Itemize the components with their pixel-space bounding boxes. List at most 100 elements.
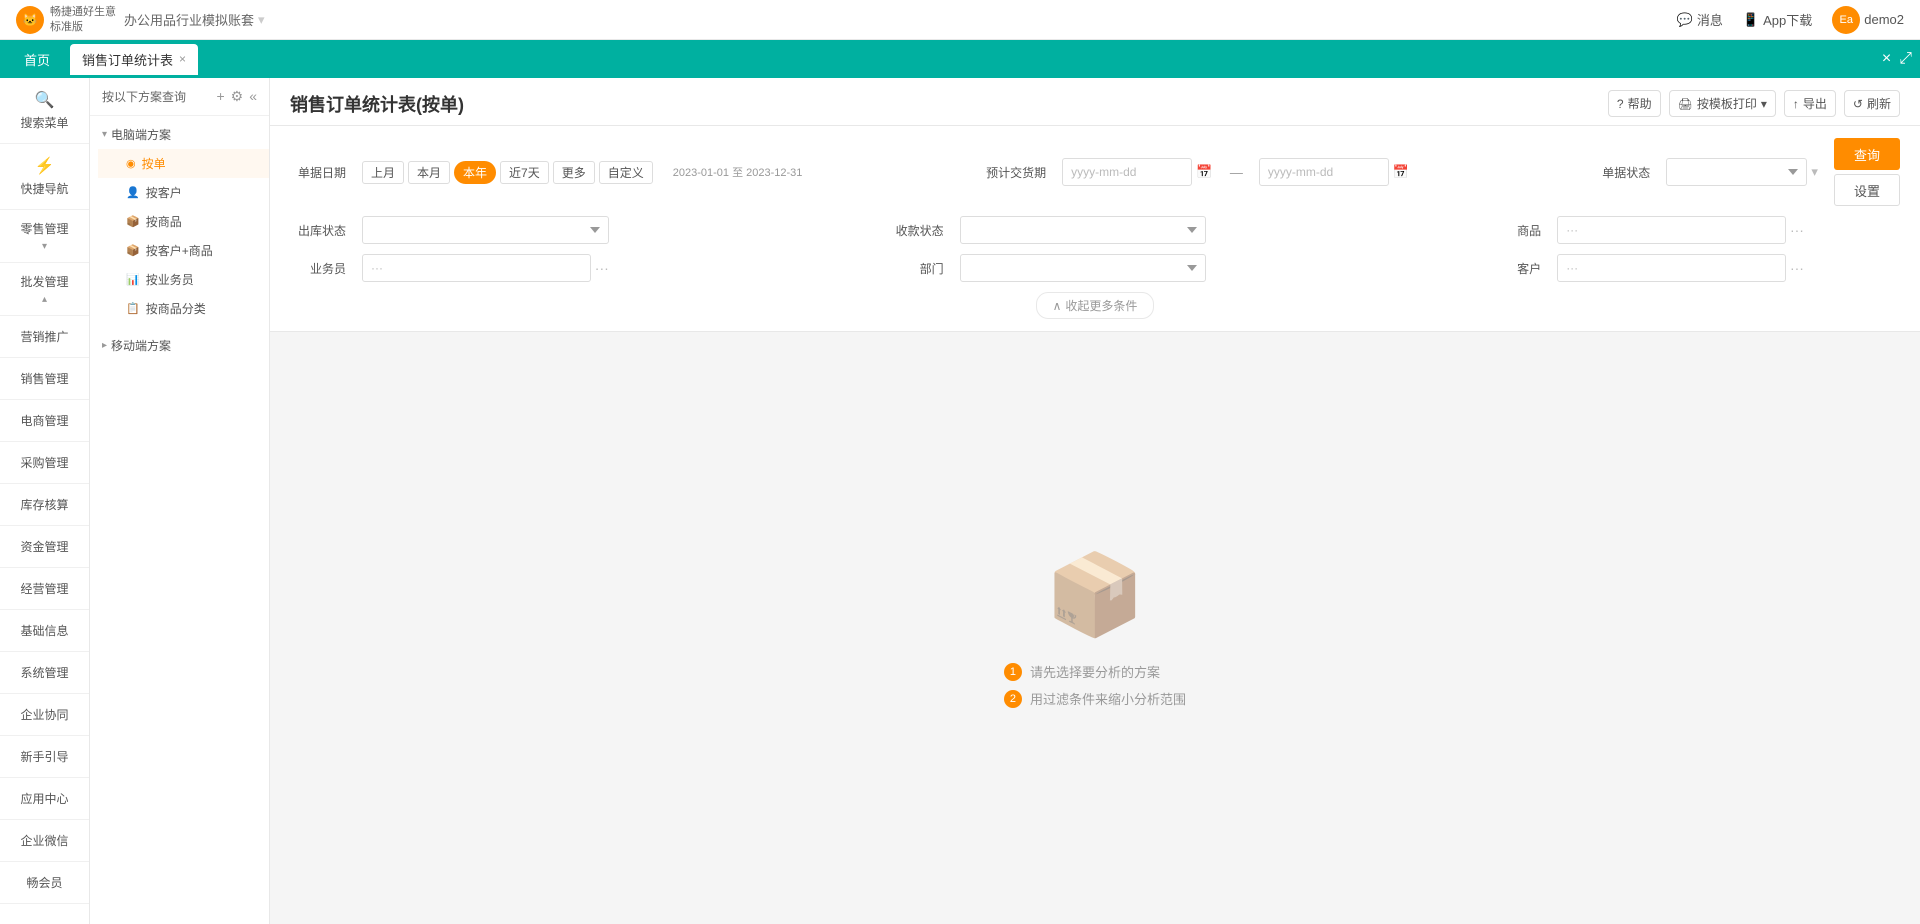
print-button[interactable]: 🖨 按模板打印 ▾	[1669, 90, 1776, 117]
wholesale-expand-arrow: ▴	[42, 294, 47, 305]
customer-input[interactable]	[1557, 254, 1786, 282]
date-buttons: 上月 本月 本年 近7天 更多 自定义	[362, 161, 653, 184]
sidebar-item-basic[interactable]: 基础信息	[0, 610, 89, 652]
refresh-icon: ↺	[1853, 97, 1863, 111]
sidebar-item-sales[interactable]: 销售管理	[0, 358, 89, 400]
scheme-group-mobile-header[interactable]: ▸ 移动端方案	[90, 331, 269, 360]
scheme-add-button[interactable]: +	[216, 88, 224, 105]
calendar-end-icon[interactable]: 📅	[1393, 164, 1409, 180]
date-btn-lastmonth[interactable]: 上月	[362, 161, 404, 184]
breadcrumb[interactable]: 办公用品行业模拟账套 ▾	[124, 10, 265, 29]
sidebar-item-member[interactable]: 畅会员	[0, 862, 89, 904]
print-dropdown-arrow[interactable]: ▾	[1761, 97, 1767, 111]
print-icon: 🖨	[1678, 97, 1693, 111]
app-download-icon: 📱	[1743, 12, 1759, 28]
expected-date-start-input[interactable]	[1062, 158, 1192, 186]
scheme-item-bycategory[interactable]: 📋 按商品分类	[98, 294, 269, 323]
scheme-collapse-button[interactable]: «	[249, 88, 257, 105]
sidebar-item-operation[interactable]: 经营管理	[0, 568, 89, 610]
page-header-actions: ? 帮助 🖨 按模板打印 ▾ ↑ 导出 ↺ 刷新	[1608, 90, 1900, 117]
page-header: 销售订单统计表(按单) ? 帮助 🖨 按模板打印 ▾ ↑ 导出	[270, 78, 1920, 126]
content-area: 按以下方案查询 + ⚙ « ▾ 电脑端方案 ◉ 按单	[90, 78, 1920, 924]
refresh-button[interactable]: ↺ 刷新	[1844, 90, 1900, 117]
help-button[interactable]: ? 帮助	[1608, 90, 1661, 117]
step-num-2: 2	[1004, 690, 1022, 708]
window-maximize-button[interactable]: ⤢	[1899, 50, 1912, 68]
group-expand-arrow: ▾	[102, 129, 107, 140]
expected-date-end-input[interactable]	[1259, 158, 1389, 186]
date-btn-thisyear[interactable]: 本年	[454, 161, 496, 184]
tab-close-icon[interactable]: ×	[179, 52, 186, 66]
settings-button[interactable]: 设置	[1834, 174, 1900, 206]
doc-status-select[interactable]	[1666, 158, 1807, 186]
avatar: Ea	[1832, 6, 1860, 34]
query-button[interactable]: 查询	[1834, 138, 1900, 170]
scheme-settings-button[interactable]: ⚙	[231, 88, 244, 105]
calendar-start-icon[interactable]: 📅	[1196, 164, 1212, 180]
help-icon: ?	[1617, 97, 1624, 111]
sidebar-item-marketing[interactable]: 营销推广	[0, 316, 89, 358]
scheme-item-bygoods[interactable]: 📦 按商品	[98, 207, 269, 236]
scheme-item-byorder-icon: ◉	[126, 157, 136, 170]
main-layout: 🔍 搜索菜单 ⚡ 快捷导航 零售管理 ▾ 批发管理 ▴ 营销推广 销售管理 电商…	[0, 78, 1920, 924]
customer-ellipsis-icon[interactable]: ···	[1790, 260, 1804, 276]
top-bar-left: 🐱 畅捷通好生意 标准版 办公用品行业模拟账套 ▾	[16, 5, 265, 34]
salesman-input[interactable]	[362, 254, 591, 282]
breadcrumb-dropdown-icon[interactable]: ▾	[258, 12, 265, 28]
tab-active[interactable]: 销售订单统计表 ×	[70, 44, 198, 75]
salesman-ellipsis-icon[interactable]: ···	[595, 260, 609, 276]
sidebar-item-quicknav[interactable]: ⚡ 快捷导航	[0, 144, 89, 210]
sidebar-item-enterprise[interactable]: 企业协同	[0, 694, 89, 736]
sidebar-item-system[interactable]: 系统管理	[0, 652, 89, 694]
app-download-button[interactable]: 📱 App下载	[1743, 10, 1812, 29]
user-menu[interactable]: Ea demo2	[1832, 6, 1904, 34]
date-btn-thismonth[interactable]: 本月	[408, 161, 450, 184]
message-button[interactable]: 💬 消息	[1677, 10, 1723, 29]
goods-ellipsis-icon[interactable]: ···	[1790, 222, 1804, 238]
empty-state: 📦 1 请先选择要分析的方案 2 用过滤条件来缩小分析范围	[270, 332, 1920, 924]
window-close-button[interactable]: ×	[1882, 50, 1891, 68]
payment-status-select[interactable]	[960, 216, 1207, 244]
sidebar-item-newguide[interactable]: 新手引导	[0, 736, 89, 778]
scheme-item-bycustomergoods[interactable]: 📦 按客户+商品	[98, 236, 269, 265]
export-button[interactable]: ↑ 导出	[1784, 90, 1836, 117]
scheme-panel: 按以下方案查询 + ⚙ « ▾ 电脑端方案 ◉ 按单	[90, 78, 270, 924]
expected-date-label: 预计交货期	[986, 164, 1046, 181]
empty-step-1: 1 请先选择要分析的方案	[1004, 662, 1186, 681]
sidebar-item-finance[interactable]: 资金管理	[0, 526, 89, 568]
sidebar-item-wechat[interactable]: 企业微信	[0, 820, 89, 862]
scheme-item-byorder[interactable]: ◉ 按单	[98, 149, 269, 178]
date-btn-more[interactable]: 更多	[553, 161, 595, 184]
scheme-item-bysalesman[interactable]: 📊 按业务员	[98, 265, 269, 294]
doc-status-dropdown-icon[interactable]: ▾	[1811, 164, 1818, 180]
department-select[interactable]	[960, 254, 1207, 282]
collapse-button[interactable]: ∧ 收起更多条件	[1036, 292, 1155, 319]
goods-input[interactable]	[1557, 216, 1786, 244]
sidebar-item-purchase[interactable]: 采购管理	[0, 442, 89, 484]
date-label: 单据日期	[290, 164, 346, 181]
scheme-item-bycustomergoods-icon: 📦	[126, 244, 140, 257]
scheme-item-bycustomer[interactable]: 👤 按客户	[98, 178, 269, 207]
message-icon: 💬	[1677, 12, 1693, 28]
sidebar-item-inventory[interactable]: 库存核算	[0, 484, 89, 526]
sidebar-item-retail[interactable]: 零售管理 ▾	[0, 210, 89, 263]
sidebar: 🔍 搜索菜单 ⚡ 快捷导航 零售管理 ▾ 批发管理 ▴ 营销推广 销售管理 电商…	[0, 78, 90, 924]
sidebar-item-wholesale[interactable]: 批发管理 ▴	[0, 263, 89, 316]
scheme-group-desktop: ▾ 电脑端方案 ◉ 按单 👤 按客户 📦 按商品	[90, 116, 269, 327]
expected-date-start-wrap: 📅	[1062, 158, 1214, 186]
sidebar-item-search[interactable]: 🔍 搜索菜单	[0, 78, 89, 144]
logo-text: 畅捷通好生意 标准版	[50, 5, 116, 34]
filter-row-3: 业务员 ··· 部门 客户 ···	[290, 254, 1900, 282]
sidebar-item-ecommerce[interactable]: 电商管理	[0, 400, 89, 442]
date-btn-custom[interactable]: 自定义	[599, 161, 653, 184]
shipment-status-select[interactable]	[362, 216, 609, 244]
tab-bar: 首页 销售订单统计表 × × ⤢	[0, 40, 1920, 78]
search-icon: 🔍	[35, 90, 55, 110]
date-btn-last7days[interactable]: 近7天	[500, 161, 549, 184]
filter-area: 单据日期 上月 本月 本年 近7天 更多 自定义 2023-01-01 至 20…	[270, 126, 1920, 332]
empty-illustration: 📦	[1045, 548, 1145, 642]
date-separator: —	[1230, 165, 1243, 180]
tab-home[interactable]: 首页	[8, 44, 66, 75]
sidebar-item-appcenter[interactable]: 应用中心	[0, 778, 89, 820]
scheme-group-desktop-header[interactable]: ▾ 电脑端方案	[90, 120, 269, 149]
